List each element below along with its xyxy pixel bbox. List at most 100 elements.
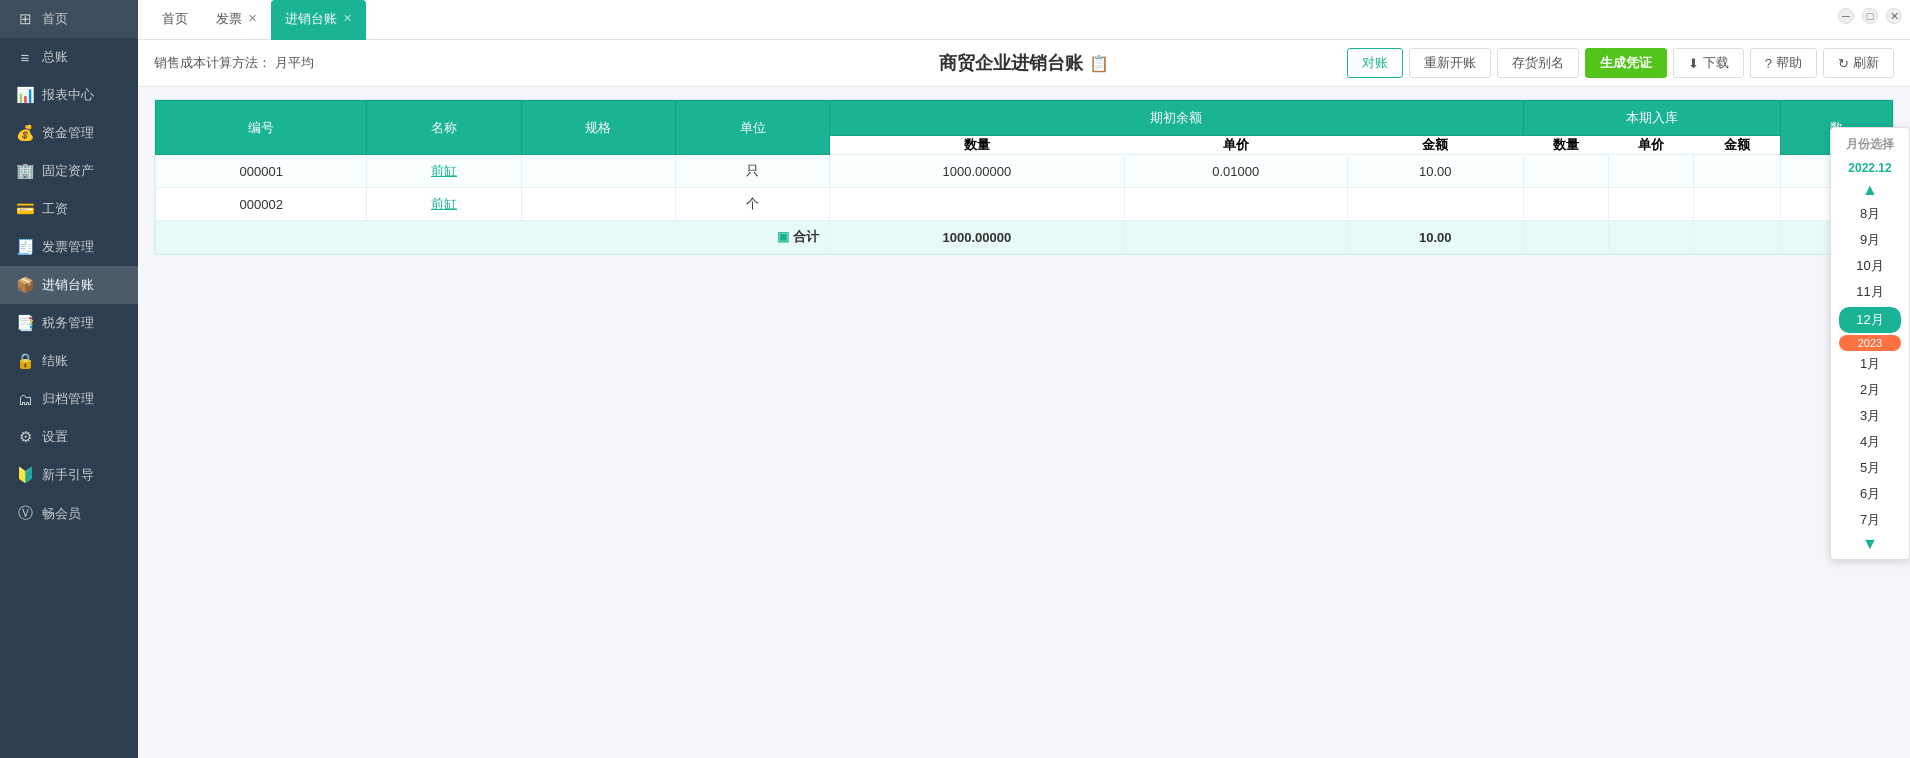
col-header-spec: 规格 (521, 101, 675, 155)
month-panel-header: 月份选择 (1831, 132, 1909, 157)
sub-col-inbound-price: 单价 (1608, 136, 1693, 155)
sidebar-item-label: 资金管理 (42, 124, 94, 142)
total-inbound-price (1608, 221, 1693, 254)
title-icon: 📋 (1089, 54, 1109, 73)
sidebar-item-payroll[interactable]: 💳 工资 (0, 190, 138, 228)
tab-home-label: 首页 (162, 10, 188, 28)
sub-col-opening-qty: 数量 (830, 136, 1124, 155)
minimize-button[interactable]: ─ (1838, 8, 1854, 24)
month-item-1[interactable]: 1月 (1831, 351, 1909, 377)
home-icon: ⊞ (16, 10, 34, 28)
ledger-icon: ≡ (16, 49, 34, 66)
sidebar-item-tax[interactable]: 📑 税务管理 (0, 304, 138, 342)
sidebar-item-label: 报表中心 (42, 86, 94, 104)
sidebar-item-label: 新手引导 (42, 466, 94, 484)
row-inbound-qty (1523, 188, 1608, 221)
month-nav-up[interactable]: ▲ (1831, 179, 1909, 201)
cost-method-label: 销售成本计算方法： (154, 55, 271, 70)
sidebar-item-purchase-sales[interactable]: 📦 进销台账 (0, 266, 138, 304)
reconcile-button[interactable]: 对账 (1347, 48, 1403, 78)
month-nav-down[interactable]: ▼ (1831, 533, 1909, 555)
sidebar-item-label: 总账 (42, 48, 68, 66)
save-alias-button[interactable]: 存货别名 (1497, 48, 1579, 78)
row-inbound-qty (1523, 155, 1608, 188)
month-item-8[interactable]: 8月 (1831, 201, 1909, 227)
row-opening-price (1124, 188, 1347, 221)
sidebar-item-guide[interactable]: 🔰 新手引导 (0, 456, 138, 494)
download-label: 下载 (1703, 54, 1729, 72)
row-spec (521, 155, 675, 188)
reopen-button[interactable]: 重新开账 (1409, 48, 1491, 78)
tab-home[interactable]: 首页 (148, 0, 202, 40)
sidebar-item-label: 畅会员 (42, 505, 81, 523)
row-unit: 个 (675, 188, 829, 221)
month-item-6[interactable]: 6月 (1831, 481, 1909, 507)
archive-icon: 🗂 (16, 391, 34, 408)
tab-bar: 首页 发票 ✕ 进销台账 ✕ (138, 0, 1910, 40)
purchase-sales-table: 编号 名称 规格 单位 期初余额 本期入库 数 数量 单价 金额 数 (155, 100, 1893, 254)
name-link[interactable]: 前缸 (431, 163, 457, 178)
refresh-label: 刷新 (1853, 54, 1879, 72)
month-item-5[interactable]: 5月 (1831, 455, 1909, 481)
total-opening-price (1124, 221, 1347, 254)
invoice-icon: 🧾 (16, 238, 34, 256)
sub-col-opening-amount: 金额 (1347, 136, 1523, 155)
row-inbound-amount (1694, 188, 1781, 221)
refresh-button[interactable]: ↻ 刷新 (1823, 48, 1894, 78)
sidebar-item-settings[interactable]: ⚙ 设置 (0, 418, 138, 456)
row-inbound-price (1608, 155, 1693, 188)
month-item-9[interactable]: 9月 (1831, 227, 1909, 253)
guide-icon: 🔰 (16, 466, 34, 484)
payroll-icon: 💳 (16, 200, 34, 218)
sidebar-item-label: 固定资产 (42, 162, 94, 180)
sidebar-item-label: 税务管理 (42, 314, 94, 332)
help-button[interactable]: ? 帮助 (1750, 48, 1817, 78)
year-2023-badge: 2023 (1839, 335, 1901, 351)
row-opening-amount (1347, 188, 1523, 221)
sidebar-item-vip[interactable]: Ⓥ 畅会员 (0, 494, 138, 533)
month-item-2[interactable]: 2月 (1831, 377, 1909, 403)
page-title-text: 商贸企业进销台账 (939, 51, 1083, 75)
sidebar-item-invoice-mgmt[interactable]: 🧾 发票管理 (0, 228, 138, 266)
total-row: ▣合计 1000.00000 10.00 (156, 221, 1893, 254)
sidebar-item-fixed-assets[interactable]: 🏢 固定资产 (0, 152, 138, 190)
tab-purchase-sales[interactable]: 进销台账 ✕ (271, 0, 366, 40)
maximize-button[interactable]: □ (1862, 8, 1878, 24)
help-icon: ? (1765, 56, 1772, 71)
toolbar: 销售成本计算方法： 月平均 商贸企业进销台账 📋 对账 重新开账 存货别名 生成… (138, 40, 1910, 87)
sidebar-item-label: 首页 (42, 10, 68, 28)
month-item-11[interactable]: 11月 (1831, 279, 1909, 305)
sidebar-item-archive[interactable]: 🗂 归档管理 (0, 380, 138, 418)
total-icon: ▣ (777, 229, 789, 244)
sidebar-item-reports[interactable]: 📊 报表中心 (0, 76, 138, 114)
generate-voucher-button[interactable]: 生成凭证 (1585, 48, 1667, 78)
row-id: 000002 (156, 188, 367, 221)
month-item-7[interactable]: 7月 (1831, 507, 1909, 533)
sidebar-item-label: 进销台账 (42, 276, 94, 294)
sub-col-opening-price: 单价 (1124, 136, 1347, 155)
month-panel: 月份选择 2022.12 ▲ 8月 9月 10月 11月 12月 2023 1月… (1830, 127, 1910, 560)
sidebar-item-general-ledger[interactable]: ≡ 总账 (0, 38, 138, 76)
sidebar-item-funds[interactable]: 💰 资金管理 (0, 114, 138, 152)
name-link[interactable]: 前缸 (431, 196, 457, 211)
row-spec (521, 188, 675, 221)
tab-invoice[interactable]: 发票 ✕ (202, 0, 271, 40)
page-title: 商贸企业进销台账 📋 (939, 51, 1109, 75)
month-item-4[interactable]: 4月 (1831, 429, 1909, 455)
close-button[interactable]: ✕ (1886, 8, 1902, 24)
current-year-display: 2022.12 (1831, 157, 1909, 179)
sub-col-inbound-amount: 金额 (1694, 136, 1781, 155)
tab-purchase-sales-close[interactable]: ✕ (343, 12, 352, 25)
help-label: 帮助 (1776, 54, 1802, 72)
total-label: ▣合计 (156, 221, 830, 254)
month-item-3[interactable]: 3月 (1831, 403, 1909, 429)
sidebar-item-home[interactable]: ⊞ 首页 (0, 0, 138, 38)
month-item-12[interactable]: 12月 (1839, 307, 1901, 333)
month-item-10[interactable]: 10月 (1831, 253, 1909, 279)
sidebar-item-closing[interactable]: 🔒 结账 (0, 342, 138, 380)
sidebar-item-label: 设置 (42, 428, 68, 446)
row-opening-qty: 1000.00000 (830, 155, 1124, 188)
download-button[interactable]: ⬇ 下载 (1673, 48, 1744, 78)
tab-invoice-close[interactable]: ✕ (248, 12, 257, 25)
main-area: ─ □ ✕ 首页 发票 ✕ 进销台账 ✕ 销售成本计算方法： 月平均 商贸企业进… (138, 0, 1910, 758)
